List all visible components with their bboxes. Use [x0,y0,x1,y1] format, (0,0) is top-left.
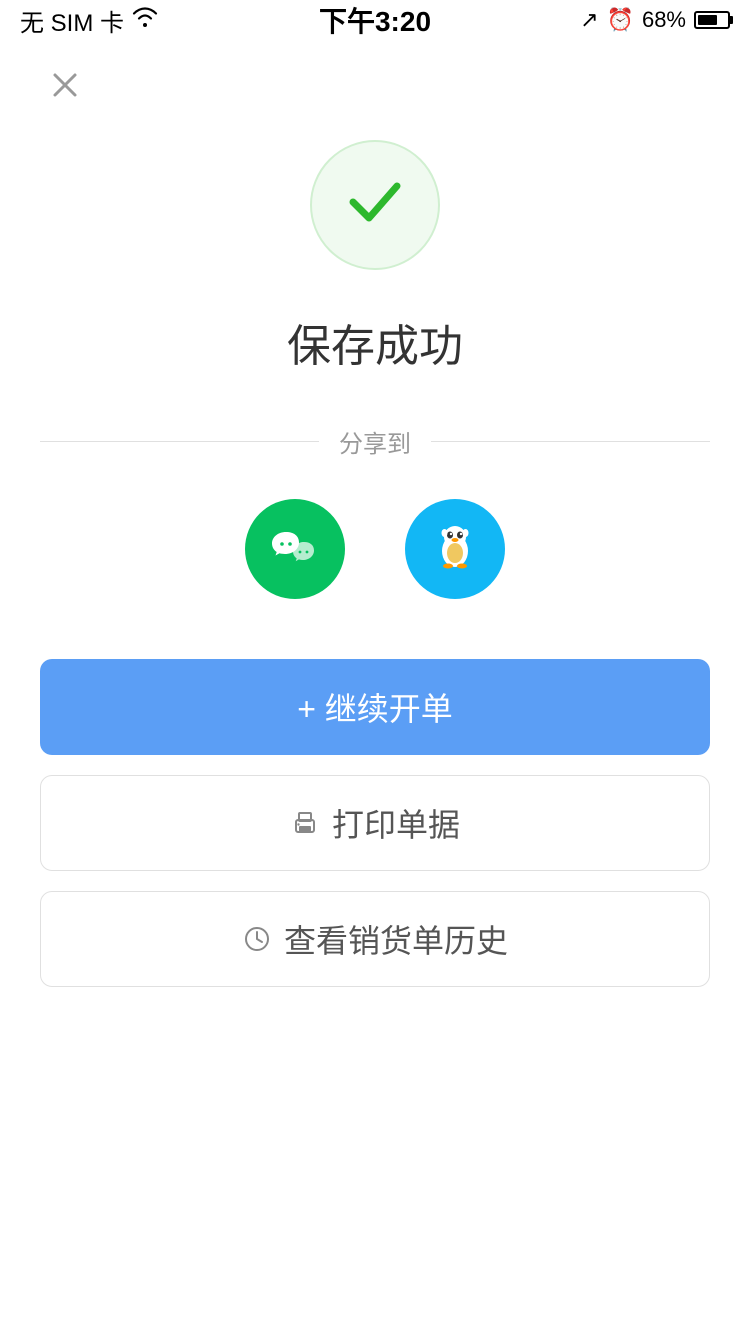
battery-icon [694,11,730,29]
share-wechat-button[interactable] [245,499,345,599]
share-icons-container [245,499,505,599]
continue-order-label: + 继续开单 [297,684,453,730]
history-label: 查看销货单历史 [284,916,508,962]
status-time: 下午3:20 [319,0,431,40]
history-icon [242,924,272,954]
checkmark-icon [343,168,407,242]
status-left: 无 SIM 卡 [20,3,158,38]
close-button[interactable] [40,60,90,110]
battery-percent: 68% [642,7,686,33]
wifi-icon [132,7,158,33]
share-qq-button[interactable] [405,499,505,599]
share-divider-text: 分享到 [339,424,411,459]
continue-order-button[interactable]: + 继续开单 [40,659,710,755]
print-icon [290,808,320,838]
main-content: 保存成功 分享到 [0,40,750,1007]
location-icon: ↗ [580,7,598,33]
action-buttons: + 继续开单 打印单据 查看销货单历史 [40,659,710,987]
share-divider: 分享到 [40,424,710,459]
status-right: ↗ ⏰ 68% [580,7,730,33]
print-button[interactable]: 打印单据 [40,775,710,871]
history-button[interactable]: 查看销货单历史 [40,891,710,987]
success-icon-circle [310,140,440,270]
print-label: 打印单据 [332,800,460,846]
divider-line-right [431,441,710,442]
success-title: 保存成功 [287,310,463,374]
alarm-icon: ⏰ [607,7,634,33]
divider-line-left [40,441,319,442]
sim-label: 无 SIM 卡 [20,3,124,38]
status-bar: 无 SIM 卡 下午3:20 ↗ ⏰ 68% [0,0,750,40]
